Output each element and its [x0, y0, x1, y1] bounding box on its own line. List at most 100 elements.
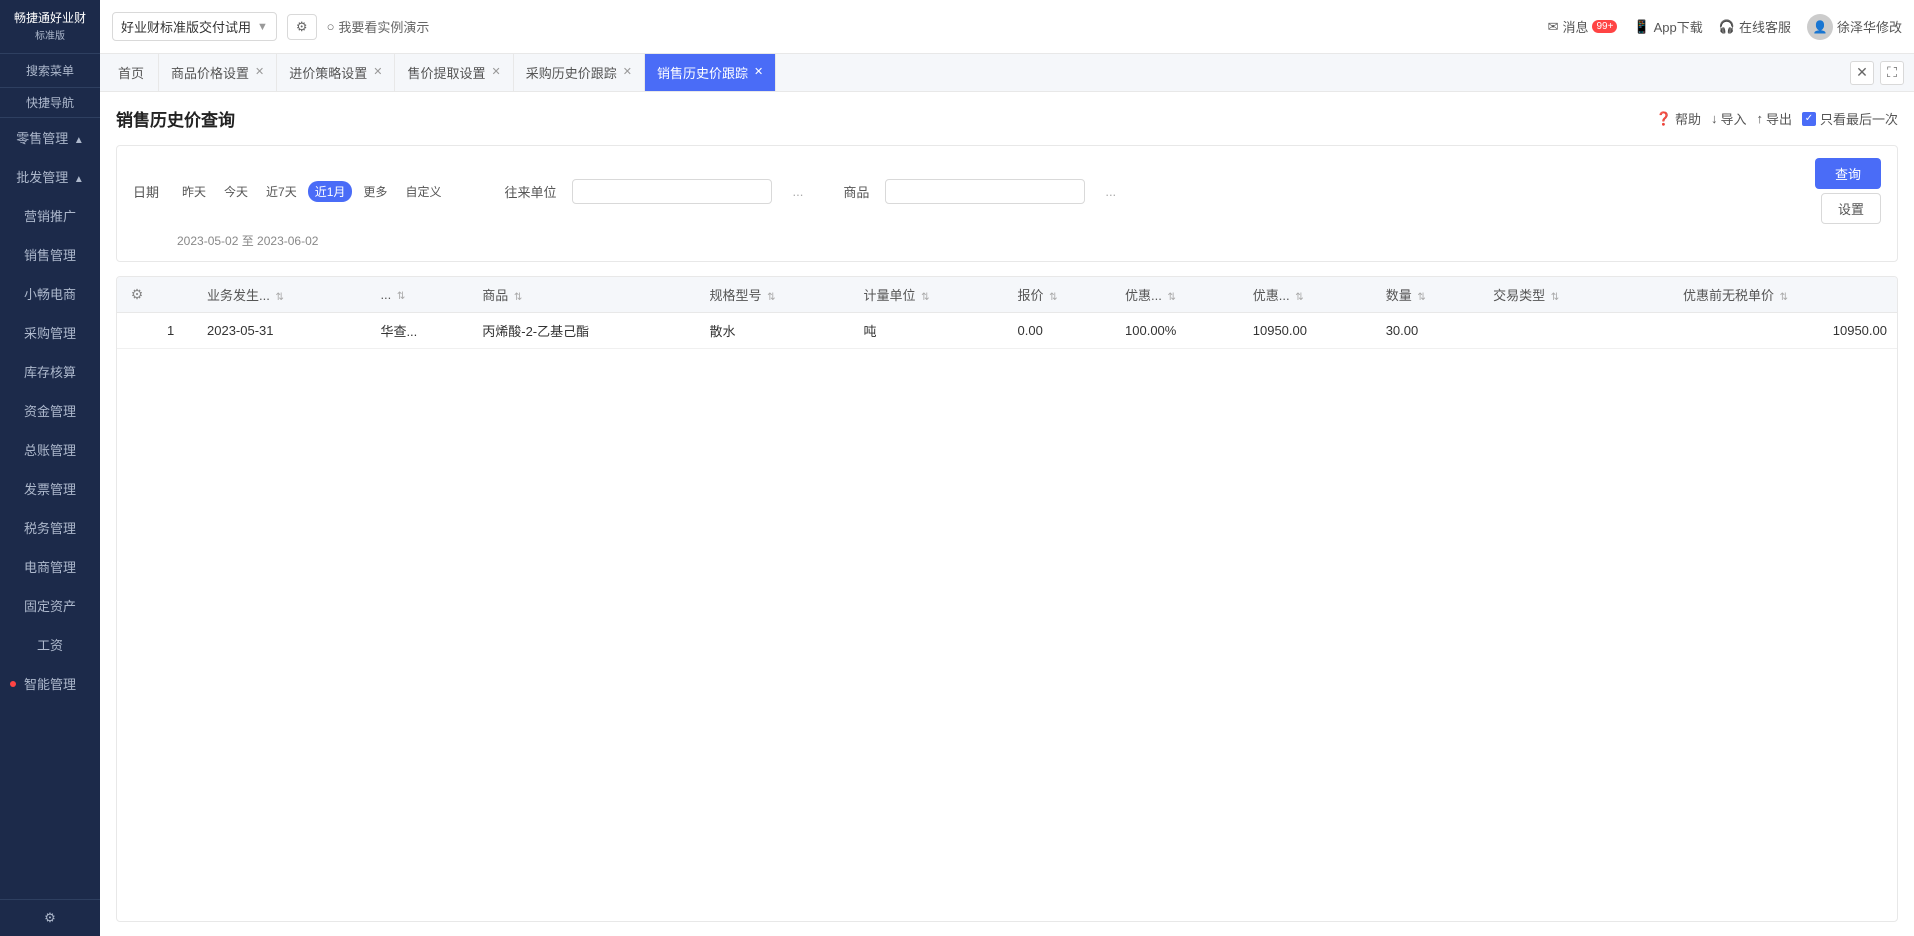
tab-sale-extract[interactable]: 售价提取设置 ✕ — [395, 54, 513, 91]
gear-icon: ⚙ — [296, 19, 308, 34]
sidebar-item-invoice[interactable]: 发票管理 — [0, 469, 100, 508]
th-tx-type[interactable]: 交易类型 ⇅ — [1483, 277, 1637, 313]
logo-line1: 畅捷通好业财 — [14, 11, 86, 27]
td-seq: 1 — [157, 313, 197, 349]
phone-icon: 📱 — [1633, 19, 1649, 35]
help-label: 帮助 — [1675, 109, 1701, 128]
th-pretax-price[interactable]: 优惠前无税单价 ⇅ — [1673, 277, 1897, 313]
sidebar-item-salary[interactable]: 工资 — [0, 625, 100, 664]
close-icon[interactable]: ✕ — [373, 67, 382, 78]
last-only-label: 只看最后一次 — [1820, 109, 1898, 128]
sidebar-item-smart[interactable]: 智能管理 — [0, 664, 100, 703]
sort-icon: ⇅ — [767, 292, 775, 303]
td-spec: 散水 — [699, 313, 853, 349]
date-options: 昨天 今天 近7天 近1月 更多 自定义 — [175, 181, 448, 202]
filter-row-date: 日期 昨天 今天 近7天 近1月 更多 自定义 往来单位 ... 商品 ... … — [133, 158, 1881, 224]
product-input[interactable] — [885, 179, 1085, 204]
source-unit-label: 往来单位 — [504, 182, 556, 201]
demo-icon: ○ — [327, 19, 335, 34]
sidebar-item-ecom[interactable]: 电商管理 — [0, 547, 100, 586]
product-label: 商品 — [843, 182, 869, 201]
tab-purchase-history[interactable]: 采购历史价跟踪 ✕ — [514, 54, 645, 91]
date-opt-custom[interactable]: 自定义 — [398, 181, 448, 202]
search-menu[interactable]: 搜索菜单 — [0, 54, 100, 88]
sidebar-settings-btn[interactable]: ⚙ — [0, 899, 100, 936]
quick-nav[interactable]: 快捷导航 — [0, 88, 100, 118]
sort-icon: ⇅ — [1295, 292, 1303, 303]
tab-purchase-strategy[interactable]: 进价策略设置 ✕ — [277, 54, 395, 91]
sidebar-item-ecom-small[interactable]: 小畅电商 — [0, 274, 100, 313]
sidebar-item-marketing[interactable]: 营销推广 — [0, 196, 100, 235]
demo-label: 我要看实例演示 — [338, 17, 429, 36]
close-tab-btn[interactable]: ✕ — [1850, 61, 1874, 85]
message-btn[interactable]: ✉ 消息 99+ — [1548, 17, 1618, 36]
source-unit-dots[interactable]: ... — [788, 184, 807, 199]
export-link[interactable]: ↑ 导出 — [1756, 109, 1792, 128]
topbar-settings-btn[interactable]: ⚙ — [287, 14, 317, 40]
date-opt-last7[interactable]: 近7天 — [259, 181, 304, 202]
sidebar-item-sales[interactable]: 销售管理 — [0, 235, 100, 274]
sidebar-item-tax[interactable]: 税务管理 — [0, 508, 100, 547]
sidebar-item-finance[interactable]: 资金管理 — [0, 391, 100, 430]
th-spacer — [1637, 277, 1673, 313]
th-unit[interactable]: 计量单位 ⇅ — [854, 277, 1008, 313]
sidebar-item-fixed[interactable]: 固定资产 — [0, 586, 100, 625]
date-opt-yesterday[interactable]: 昨天 — [175, 181, 213, 202]
close-icon[interactable]: ✕ — [623, 67, 632, 78]
settings-button[interactable]: 设置 — [1821, 193, 1881, 224]
td-price: 0.00 — [1008, 313, 1115, 349]
content-area: 销售历史价查询 ❓ 帮助 ↓ 导入 ↑ 导出 ✓ 只看最后一次 — [100, 92, 1914, 936]
message-label: 消息 — [1562, 17, 1588, 36]
sidebar: 畅捷通好业财 标准版 搜索菜单 快捷导航 零售管理 ▲ 批发管理 ▲ 营销推广 … — [0, 0, 100, 936]
help-icon: ❓ — [1656, 111, 1672, 127]
th-extra[interactable]: ... ⇅ — [370, 277, 472, 313]
tab-price[interactable]: 商品价格设置 ✕ — [159, 54, 277, 91]
online-service-btn[interactable]: 🎧 在线客服 — [1719, 17, 1791, 36]
message-badge: 99+ — [1592, 20, 1617, 33]
demo-link[interactable]: ○ 我要看实例演示 — [327, 17, 430, 36]
date-opt-more[interactable]: 更多 — [356, 181, 394, 202]
th-product[interactable]: 商品 ⇅ — [472, 277, 699, 313]
maximize-tab-btn[interactable]: ⛶ — [1880, 61, 1904, 85]
app-download-btn[interactable]: 📱 App下载 — [1633, 17, 1702, 36]
th-biz-date[interactable]: 业务发生... ⇅ — [197, 277, 370, 313]
import-link[interactable]: ↓ 导入 — [1711, 109, 1747, 128]
product-dots[interactable]: ... — [1101, 184, 1120, 199]
topbar-left: 好业财标准版交付试用 ▼ ⚙ ○ 我要看实例演示 — [112, 12, 429, 41]
sidebar-item-inventory[interactable]: 库存核算 — [0, 352, 100, 391]
close-icon[interactable]: ✕ — [492, 67, 501, 78]
sort-icon: ⇅ — [1049, 292, 1057, 303]
th-seq — [157, 277, 197, 313]
source-unit-input[interactable] — [572, 179, 772, 204]
td-biz-date: 2023-05-31 — [197, 313, 370, 349]
help-link[interactable]: ❓ 帮助 — [1656, 109, 1701, 128]
tab-purchase-history-label: 采购历史价跟踪 — [526, 63, 617, 82]
tab-home[interactable]: 首页 — [104, 54, 159, 91]
th-settings[interactable]: ⚙ — [117, 277, 157, 313]
last-only-checkbox[interactable]: ✓ 只看最后一次 — [1802, 109, 1898, 128]
gear-icon: ⚙ — [131, 286, 144, 302]
sidebar-item-wholesale[interactable]: 批发管理 ▲ — [0, 157, 100, 196]
th-discount1[interactable]: 优惠... ⇅ — [1115, 277, 1243, 313]
sidebar-item-retail[interactable]: 零售管理 ▲ — [0, 118, 100, 157]
sidebar-item-ledger[interactable]: 总账管理 — [0, 430, 100, 469]
sort-icon: ⇅ — [397, 291, 405, 302]
product-selector[interactable]: 好业财标准版交付试用 ▼ — [112, 12, 277, 41]
tab-sale-history[interactable]: 销售历史价跟踪 ✕ — [645, 54, 776, 91]
data-table: ⚙ 业务发生... ⇅ ... ⇅ 商品 ⇅ 规格型号 ⇅ 计量单位 ⇅ 报价 … — [117, 277, 1897, 349]
sort-icon: ⇅ — [1167, 292, 1175, 303]
th-spec[interactable]: 规格型号 ⇅ — [699, 277, 853, 313]
date-opt-today[interactable]: 今天 — [217, 181, 255, 202]
sidebar-item-purchase[interactable]: 采购管理 — [0, 313, 100, 352]
logo-line2: 标准版 — [35, 27, 65, 42]
th-discount2[interactable]: 优惠... ⇅ — [1243, 277, 1376, 313]
date-opt-last1m[interactable]: 近1月 — [308, 181, 353, 202]
td-unit: 吨 — [854, 313, 1008, 349]
user-btn[interactable]: 👤 徐泽华修改 — [1807, 14, 1902, 40]
close-icon[interactable]: ✕ — [255, 67, 264, 78]
gear-icon: ⚙ — [44, 910, 56, 926]
query-button[interactable]: 查询 — [1815, 158, 1881, 189]
th-price[interactable]: 报价 ⇅ — [1008, 277, 1115, 313]
close-icon[interactable]: ✕ — [754, 67, 763, 78]
th-quantity[interactable]: 数量 ⇅ — [1376, 277, 1483, 313]
